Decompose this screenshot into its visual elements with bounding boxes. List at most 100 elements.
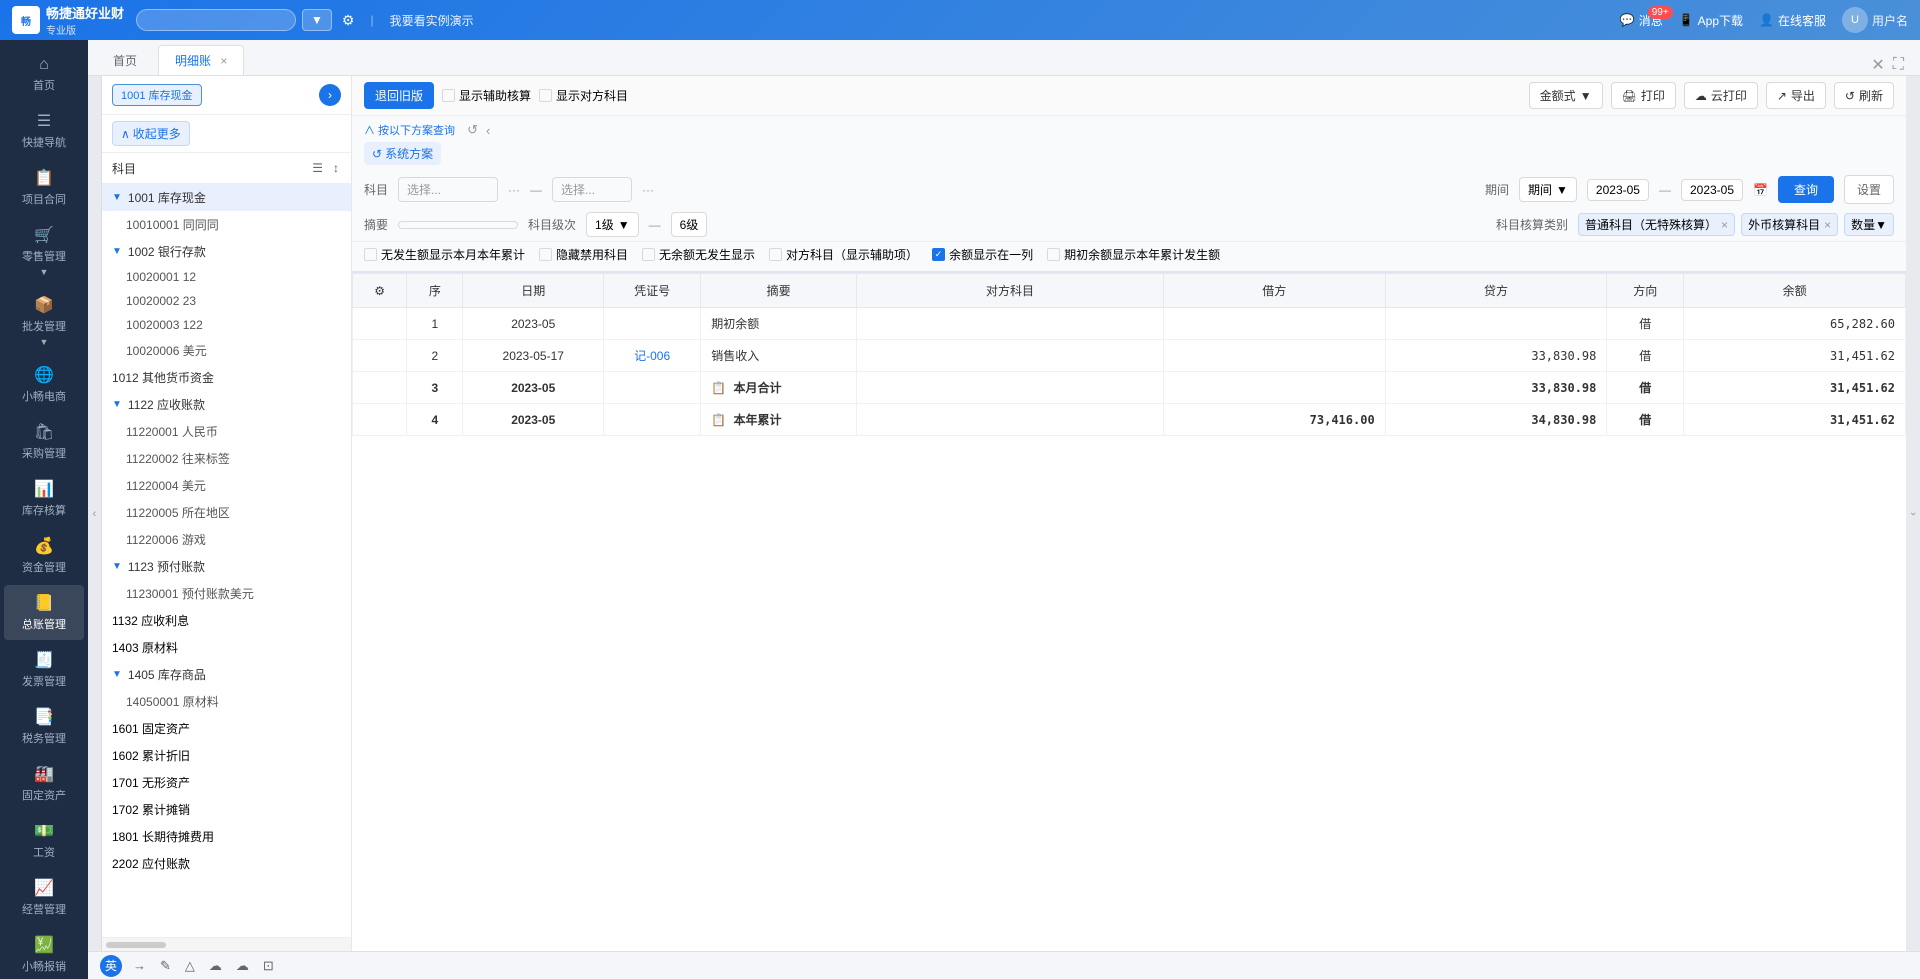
sidebar-item-invoice[interactable]: 🧾 发票管理 [4,642,84,697]
collapse-icon[interactable]: ∧ 按以下方案查询 [364,122,455,138]
account-item-11220002[interactable]: 11220002 往来标签 [102,445,351,472]
refresh-btn[interactable]: ↺ 刷新 [1834,82,1894,109]
bottom-edit-icon[interactable]: ✎ [160,958,171,974]
demo-link[interactable]: 我要看实例演示 [390,12,474,29]
account-item-10020006[interactable]: 10020006 美元 [102,337,351,364]
col-settings[interactable]: ⚙ [353,274,407,308]
tab-bar-close-icon[interactable]: ✕ [1871,55,1884,75]
account-item-14050001[interactable]: 14050001 原材料 [102,688,351,715]
search-input[interactable] [136,9,296,31]
row-voucher[interactable]: 记-006 [603,340,700,372]
sidebar-item-tax[interactable]: 📑 税务管理 [4,699,84,754]
sidebar-item-quicknav[interactable]: ☰ 快捷导航 [4,103,84,158]
option-hide-disabled[interactable]: 隐藏禁用科目 [539,246,628,263]
scheme-system-tag[interactable]: ↺ 系统方案 [364,142,441,165]
account-item-1602[interactable]: 1602 累计折旧 [102,742,351,769]
left-panel-collapse[interactable]: ‹ [88,76,102,951]
period-type-select[interactable]: 期间 ▼ [1519,177,1577,202]
account-item-10010001[interactable]: 10010001 同同同 [102,211,351,238]
amount-style-btn[interactable]: 金额式 ▼ [1529,82,1603,109]
subject-input[interactable]: 选择... [398,177,498,202]
account-item-1001[interactable]: ▼ 1001 库存现金 [102,184,351,211]
tab-ledger-detail[interactable]: 明细账 × [158,45,244,75]
account-nav-next[interactable]: › [319,84,341,106]
tab-close-icon[interactable]: × [220,54,227,68]
bottom-cloud2-icon[interactable]: ☁ [236,958,249,974]
account-item-1601[interactable]: 1601 固定资产 [102,715,351,742]
option-opposite[interactable]: 对方科目（显示辅助项） [769,246,918,263]
tab-bar-expand-icon[interactable]: ⛶ [1893,56,1904,74]
sidebar-item-project[interactable]: 📋 项目合同 [4,160,84,215]
show-auxiliary-check[interactable]: 显示辅助核算 [442,87,531,104]
query-button[interactable]: 查询 [1778,176,1834,203]
more-expand-btn[interactable]: ∧ 收起更多 [112,121,190,146]
sidebar-item-wholesale[interactable]: 📦 批发管理 ▼ [4,287,84,355]
option-no-balance[interactable]: 无发生额显示本月本年累计 [364,246,525,263]
account-item-10020001[interactable]: 10020001 12 [102,265,351,289]
bottom-cloud1-icon[interactable]: ☁ [209,958,222,974]
account-item-1132[interactable]: 1132 应收利息 [102,607,351,634]
account-item-1002[interactable]: ▼ 1002 银行存款 [102,238,351,265]
back-old-version-btn[interactable]: 退回旧版 [364,82,434,109]
app-download-btn[interactable]: 📱 App下载 [1679,12,1743,29]
translate-btn[interactable]: 英 [100,955,122,977]
sidebar-item-ledger[interactable]: 📒 总账管理 [4,585,84,640]
level-end-select[interactable]: 6级 [671,212,708,237]
query-collapse-toggle[interactable]: ‹ [486,123,490,138]
bottom-triangle-icon[interactable]: △ [185,958,195,974]
search-dropdown[interactable]: ▼ [302,9,332,31]
export-btn[interactable]: ↗ 导出 [1766,82,1826,109]
account-item-2202[interactable]: 2202 应付账款 [102,850,351,877]
option-period-balance[interactable]: 期初余额显示本年累计发生额 [1047,246,1220,263]
period-calendar-icon[interactable]: 📅 [1753,183,1768,197]
account-item-1701[interactable]: 1701 无形资产 [102,769,351,796]
settings-icon[interactable]: ⚙ [342,12,355,29]
account-item-1123[interactable]: ▼ 1123 预付账款 [102,553,351,580]
category-tag-normal-close[interactable]: × [1721,218,1728,232]
cloud-print-btn[interactable]: ☁ 云打印 [1684,82,1758,109]
sidebar-item-inventory[interactable]: 📊 库存核算 [4,471,84,526]
query-refresh-icon[interactable]: ↺ [467,122,478,138]
sidebar-item-report[interactable]: 💹 小畅报销 [4,927,84,979]
period-start[interactable]: 2023-05 [1587,179,1649,201]
level-start-select[interactable]: 1级 ▼ [586,212,639,237]
tree-scrollbar[interactable] [102,937,351,951]
sidebar-item-business[interactable]: 📈 经营管理 [4,870,84,925]
sidebar-item-assets[interactable]: 🏭 固定资产 [4,756,84,811]
show-opposite-check[interactable]: 显示对方科目 [539,87,628,104]
account-item-11220001[interactable]: 11220001 人民币 [102,418,351,445]
option-no-balance2[interactable]: 无余额无发生显示 [642,246,755,263]
online-service-btn[interactable]: 👤 在线客服 [1759,12,1826,29]
account-item-1801[interactable]: 1801 长期待摊费用 [102,823,351,850]
right-panel-collapse[interactable]: › [1906,76,1920,951]
tree-expand-icon[interactable]: ↕ [331,159,341,177]
category-tag-foreign-close[interactable]: × [1824,218,1831,232]
account-item-1405[interactable]: ▼ 1405 库存商品 [102,661,351,688]
bottom-arrow-icon[interactable]: → [133,958,146,973]
sidebar-item-salary[interactable]: 💵 工资 [4,813,84,868]
account-item-11220006[interactable]: 11220006 游戏 [102,526,351,553]
account-item-11220005[interactable]: 11220005 所在地区 [102,499,351,526]
subject-end-input[interactable]: 选择... [552,177,632,202]
account-item-11230001[interactable]: 11230001 预付账款美元 [102,580,351,607]
message-btn[interactable]: 💬 消息 99+ [1620,12,1663,29]
account-item-1702[interactable]: 1702 累计摊销 [102,796,351,823]
sidebar-item-purchase[interactable]: 🛍 采购管理 [4,414,84,469]
period-end[interactable]: 2023-05 [1681,179,1743,201]
sidebar-item-home[interactable]: ⌂ 首页 [4,48,84,101]
user-profile-btn[interactable]: U 用户名 [1842,7,1908,33]
print-btn[interactable]: 🖨 打印 [1611,82,1676,109]
account-item-1122[interactable]: ▼ 1122 应收账款 [102,391,351,418]
tree-list-icon[interactable]: ☰ [310,159,325,177]
summary-input[interactable] [398,221,518,229]
sidebar-item-finance[interactable]: 💰 资金管理 [4,528,84,583]
sidebar-item-retail[interactable]: 🛒 零售管理 ▼ [4,217,84,285]
sidebar-item-ecommerce[interactable]: 🌐 小畅电商 [4,357,84,412]
account-item-1012[interactable]: 1012 其他货币资金 [102,364,351,391]
account-item-1403[interactable]: 1403 原材料 [102,634,351,661]
setting-button[interactable]: 设置 [1844,175,1894,204]
account-item-11220004[interactable]: 11220004 美元 [102,472,351,499]
account-item-10020002[interactable]: 10020002 23 [102,289,351,313]
bottom-grid-icon[interactable]: ⊡ [263,958,274,974]
account-item-10020003[interactable]: 10020003 122 [102,313,351,337]
